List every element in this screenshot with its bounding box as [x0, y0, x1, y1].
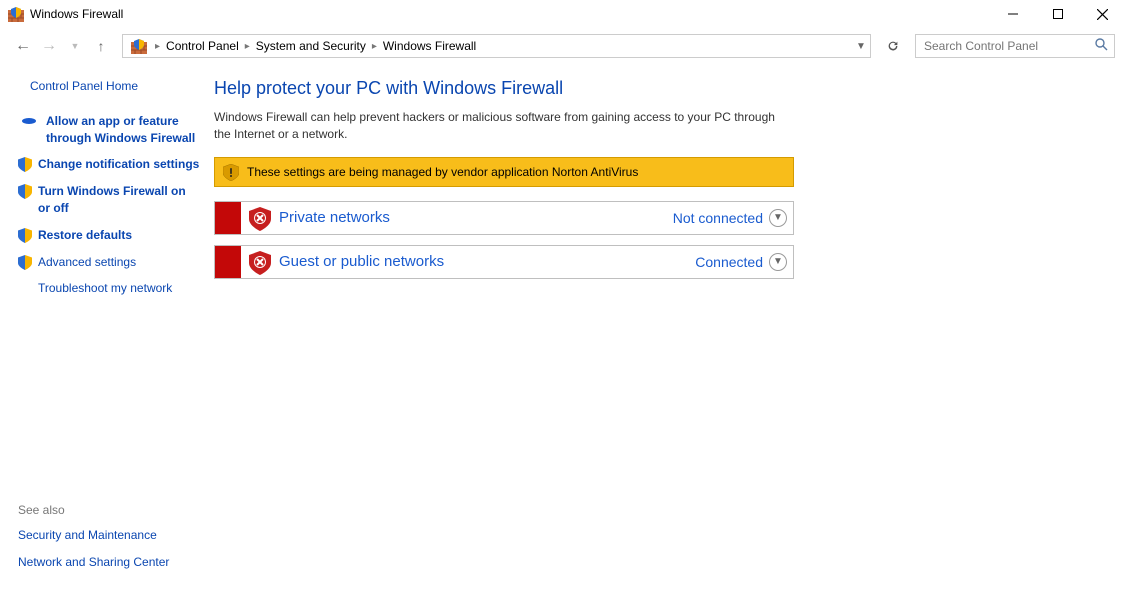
see-also-header: See also: [18, 503, 200, 517]
sidebar-item-turn-onoff[interactable]: Turn Windows Firewall on or off: [18, 183, 200, 217]
vendor-banner: These settings are being managed by vend…: [214, 157, 794, 187]
firewall-icon: [8, 6, 24, 22]
sidebar: Control Panel Home Allow an app or featu…: [0, 64, 210, 591]
page-description: Windows Firewall can help prevent hacker…: [214, 109, 794, 143]
nav-row: ← → ▼ ↑ ▸ Control Panel ▸ System and Sec…: [0, 28, 1125, 64]
blocked-shield-icon: [249, 251, 271, 273]
network-row-private[interactable]: Private networks Not connected ▼: [214, 201, 794, 235]
status-color-bar: [215, 246, 241, 278]
breadcrumb-item[interactable]: System and Security: [254, 39, 368, 53]
minimize-button[interactable]: [990, 0, 1035, 28]
sidebar-link-label: Restore defaults: [38, 227, 132, 244]
sidebar-item-restore-defaults[interactable]: Restore defaults: [18, 227, 200, 244]
sidebar-item-allow-app[interactable]: Allow an app or feature through Windows …: [18, 113, 200, 147]
shield-icon: [18, 255, 32, 269]
search-box[interactable]: [915, 34, 1115, 58]
sidebar-item-troubleshoot[interactable]: Troubleshoot my network: [38, 280, 200, 297]
blocked-shield-icon: [249, 207, 271, 229]
refresh-button[interactable]: [881, 34, 905, 58]
up-button[interactable]: ↑: [92, 39, 110, 53]
address-dropdown[interactable]: ▼: [852, 41, 870, 52]
window-controls: [990, 0, 1125, 28]
window-title: Windows Firewall: [30, 7, 123, 21]
sidebar-item-advanced[interactable]: Advanced settings: [18, 254, 200, 271]
sidebar-link-label: Advanced settings: [38, 254, 136, 271]
firewall-icon: [131, 38, 147, 54]
breadcrumb-item[interactable]: Windows Firewall: [381, 39, 478, 53]
sidebar-link-label: Allow an app or feature through Windows …: [46, 113, 200, 147]
control-panel-home-link[interactable]: Control Panel Home: [30, 78, 200, 95]
chevron-down-icon[interactable]: ▼: [769, 209, 787, 227]
page-heading: Help protect your PC with Windows Firewa…: [214, 78, 1109, 99]
chevron-down-icon[interactable]: ▼: [769, 253, 787, 271]
search-icon[interactable]: [1095, 38, 1108, 54]
shield-icon: [18, 157, 32, 171]
address-bar[interactable]: ▸ Control Panel ▸ System and Security ▸ …: [122, 34, 871, 58]
network-name: Guest or public networks: [279, 253, 444, 270]
see-also-link[interactable]: Security and Maintenance: [18, 527, 200, 544]
status-color-bar: [215, 202, 241, 234]
sidebar-link-label: Turn Windows Firewall on or off: [38, 183, 200, 217]
crumb-sep-icon[interactable]: ▸: [151, 41, 164, 52]
sidebar-link-label: Troubleshoot my network: [38, 280, 172, 297]
back-button[interactable]: ←: [14, 38, 32, 54]
search-input[interactable]: [922, 38, 1082, 54]
shield-icon: [18, 184, 32, 198]
bullet-icon: [22, 118, 36, 124]
warning-shield-icon: [223, 164, 239, 180]
network-row-public[interactable]: Guest or public networks Connected ▼: [214, 245, 794, 279]
crumb-sep-icon[interactable]: ▸: [241, 41, 254, 52]
crumb-sep-icon[interactable]: ▸: [368, 41, 381, 52]
see-also-section: See also Security and Maintenance Networ…: [18, 503, 200, 581]
main-content: Help protect your PC with Windows Firewa…: [210, 64, 1125, 591]
forward-button[interactable]: →: [40, 38, 58, 54]
breadcrumb-item[interactable]: Control Panel: [164, 39, 241, 53]
titlebar: Windows Firewall: [0, 0, 1125, 28]
close-button[interactable]: [1080, 0, 1125, 28]
sidebar-link-label: Change notification settings: [38, 156, 199, 173]
shield-icon: [18, 228, 32, 242]
sidebar-item-notification[interactable]: Change notification settings: [18, 156, 200, 173]
maximize-button[interactable]: [1035, 0, 1080, 28]
banner-text: These settings are being managed by vend…: [247, 165, 638, 179]
network-status: Connected: [695, 254, 763, 270]
network-status: Not connected: [673, 210, 763, 226]
recent-dropdown[interactable]: ▼: [66, 42, 84, 51]
see-also-link[interactable]: Network and Sharing Center: [18, 554, 200, 571]
network-name: Private networks: [279, 209, 390, 226]
